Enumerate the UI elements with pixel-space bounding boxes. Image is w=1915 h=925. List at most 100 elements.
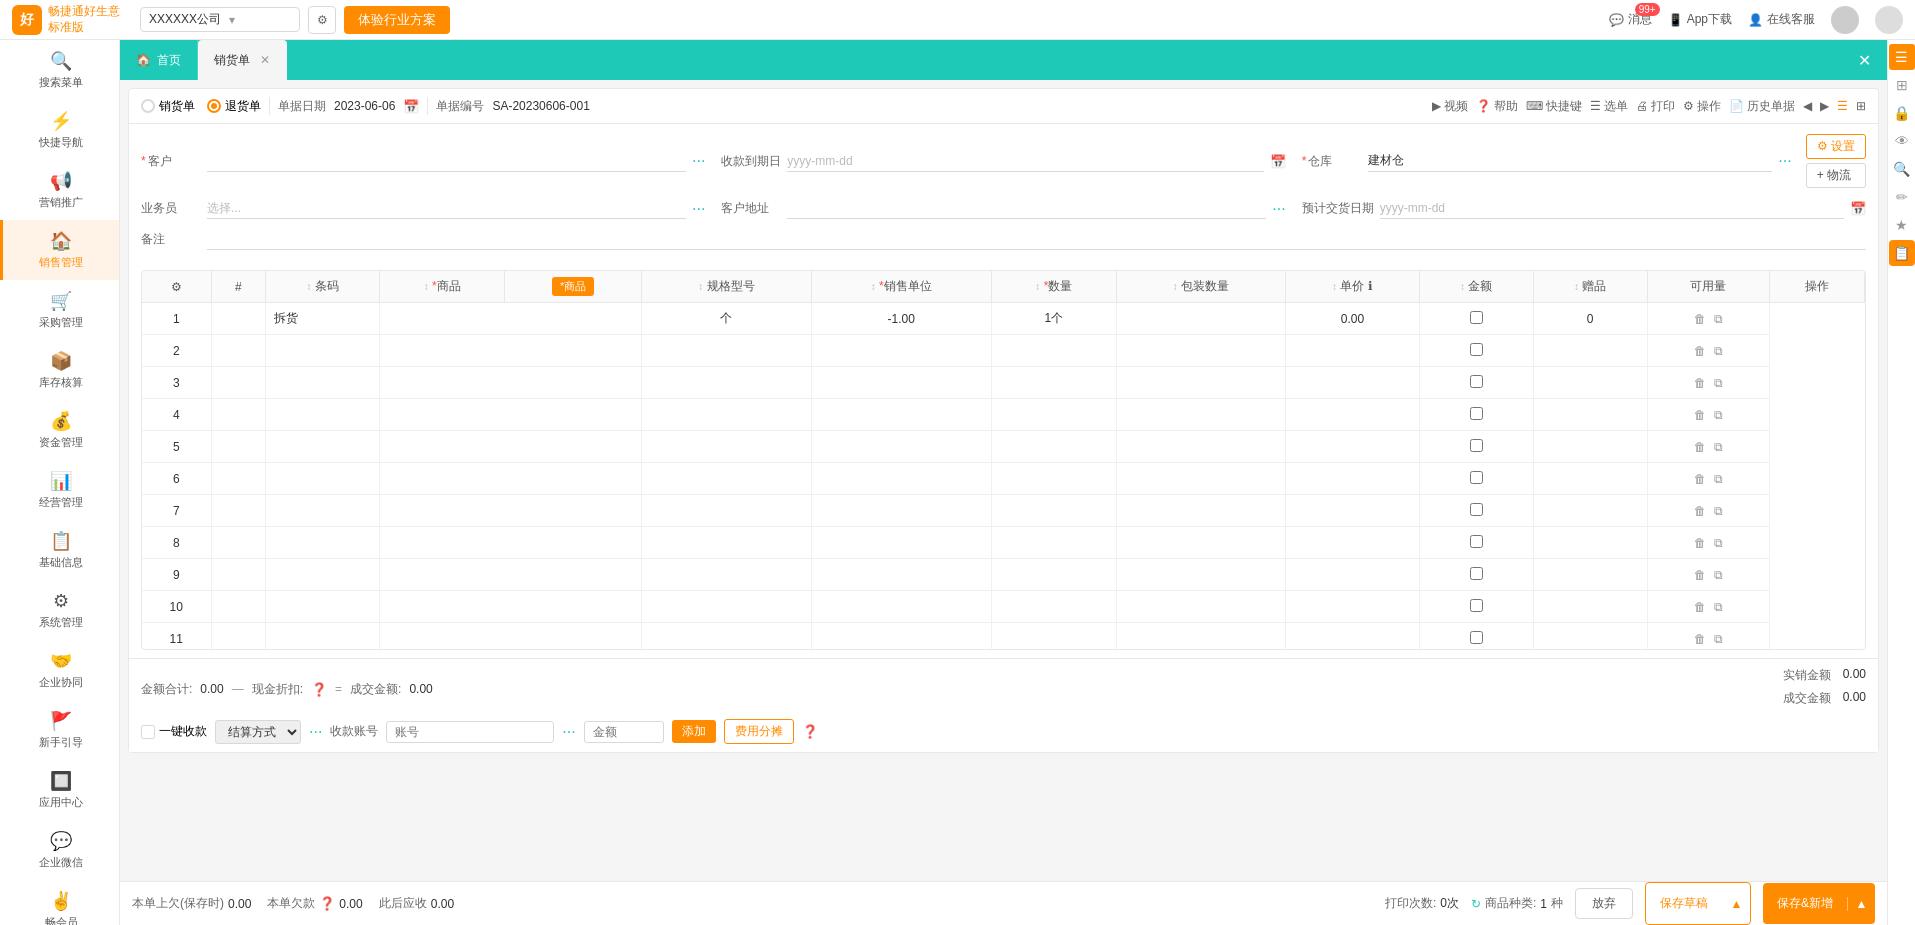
cell-qty-6[interactable]: [811, 495, 991, 527]
delete-icon-10[interactable]: 🗑: [1694, 632, 1706, 646]
cell-qty-4[interactable]: [811, 431, 991, 463]
tab-sales-order[interactable]: 销货单 ✕: [198, 40, 287, 80]
cell-qty-10[interactable]: [811, 623, 991, 651]
cell-pkgqty-6[interactable]: [991, 495, 1116, 527]
sidebar-item-finance[interactable]: 💰 资金管理: [0, 400, 119, 460]
avatar-secondary[interactable]: [1875, 6, 1903, 34]
cell-price-9[interactable]: [1116, 591, 1286, 623]
sidebar-item-system[interactable]: ⚙ 系统管理: [0, 580, 119, 640]
cell-unit-6[interactable]: [642, 495, 812, 527]
cell-unit-1[interactable]: [642, 335, 812, 367]
cell-gift-3[interactable]: [1419, 399, 1533, 431]
cell-unit-9[interactable]: [642, 591, 812, 623]
cell-price-1[interactable]: [1116, 335, 1286, 367]
delete-icon-3[interactable]: 🗑: [1694, 408, 1706, 422]
cell-qty-3[interactable]: [811, 399, 991, 431]
cell-barcode-3[interactable]: [211, 399, 266, 431]
sidebar-item-inventory[interactable]: 📦 库存核算: [0, 340, 119, 400]
date-calendar-icon[interactable]: 📅: [403, 99, 419, 114]
salesperson-input[interactable]: [207, 198, 686, 219]
cell-barcode-4[interactable]: [211, 431, 266, 463]
cell-pkgqty-8[interactable]: [991, 559, 1116, 591]
delete-icon-7[interactable]: 🗑: [1694, 536, 1706, 550]
delete-icon-5[interactable]: 🗑: [1694, 472, 1706, 486]
trial-button[interactable]: 体验行业方案: [344, 6, 450, 34]
cell-gift-2[interactable]: [1419, 367, 1533, 399]
cell-barcode-2[interactable]: [211, 367, 266, 399]
copy-icon-2[interactable]: ⧉: [1714, 376, 1723, 390]
cell-gift-10[interactable]: [1419, 623, 1533, 651]
cell-pkgqty-2[interactable]: [991, 367, 1116, 399]
cell-goods-5[interactable]: [266, 463, 380, 495]
cell-goods-10[interactable]: [266, 623, 380, 651]
address-dots-icon[interactable]: ···: [1272, 200, 1285, 218]
cell-qty-2[interactable]: [811, 367, 991, 399]
warehouse-input[interactable]: [1368, 151, 1773, 172]
sidebar-item-appstore[interactable]: 🔲 应用中心: [0, 760, 119, 820]
add-button[interactable]: 添加: [672, 720, 716, 743]
cell-amount-7[interactable]: [1286, 527, 1419, 559]
cell-barcode-9[interactable]: [211, 591, 266, 623]
action-print[interactable]: 🖨 打印: [1636, 98, 1675, 115]
cell-unit-3[interactable]: [642, 399, 812, 431]
cell-price-8[interactable]: [1116, 559, 1286, 591]
cell-pkgqty-1[interactable]: [991, 335, 1116, 367]
salesperson-dots-icon[interactable]: ···: [692, 200, 705, 218]
one-click-payment-checkbox[interactable]: 一键收款: [141, 723, 207, 740]
cell-price-5[interactable]: [1116, 463, 1286, 495]
customer-dots-icon[interactable]: ···: [692, 152, 705, 170]
cell-pkgqty-9[interactable]: [991, 591, 1116, 623]
cell-amount-8[interactable]: [1286, 559, 1419, 591]
cell-goods-7[interactable]: [266, 527, 380, 559]
cell-gift-4[interactable]: [1419, 431, 1533, 463]
app-download-button[interactable]: 📱 App下载: [1668, 11, 1732, 28]
gift-checkbox-10[interactable]: [1470, 631, 1483, 644]
cell-barcode-5[interactable]: [211, 463, 266, 495]
calc-dots-icon[interactable]: ···: [309, 723, 322, 741]
right-tool-eye[interactable]: 👁: [1889, 128, 1915, 154]
sidebar-item-member[interactable]: ✌ 畅会员: [0, 880, 119, 925]
col-config[interactable]: ⚙: [142, 271, 211, 303]
gift-checkbox-7[interactable]: [1470, 535, 1483, 548]
gift-checkbox-2[interactable]: [1470, 375, 1483, 388]
amount-input[interactable]: [584, 721, 664, 743]
cell-amount-9[interactable]: [1286, 591, 1419, 623]
cell-goods-2[interactable]: [266, 367, 380, 399]
cell-amount-0[interactable]: 0.00: [1286, 303, 1419, 335]
delete-icon-0[interactable]: 🗑: [1694, 312, 1706, 326]
right-tool-grid-view[interactable]: ⊞: [1889, 72, 1915, 98]
cell-goods-0[interactable]: 拆货: [266, 303, 380, 335]
tab-home[interactable]: 🏠 首页: [120, 40, 198, 80]
cell-pkgqty-3[interactable]: [991, 399, 1116, 431]
cell-unit-10[interactable]: [642, 623, 812, 651]
cell-qty-1[interactable]: [811, 335, 991, 367]
sidebar-item-operations[interactable]: 📊 经营管理: [0, 460, 119, 520]
copy-icon-8[interactable]: ⧉: [1714, 568, 1723, 582]
cell-amount-2[interactable]: [1286, 367, 1419, 399]
cell-unit-2[interactable]: [642, 367, 812, 399]
action-history[interactable]: 📄 历史单据: [1729, 98, 1795, 115]
sidebar-item-shortcut[interactable]: ⚡ 快捷导航: [0, 100, 119, 160]
company-selector[interactable]: XXXXXX公司 ▾: [140, 7, 300, 32]
view-grid-icon[interactable]: ⊞: [1856, 99, 1866, 113]
cell-amount-5[interactable]: [1286, 463, 1419, 495]
logistics-button[interactable]: + 物流: [1806, 163, 1866, 188]
calc-method-select[interactable]: 结算方式: [215, 720, 301, 744]
cell-price-6[interactable]: [1116, 495, 1286, 527]
settings-button[interactable]: ⚙ 设置: [1806, 134, 1866, 159]
sidebar-item-search[interactable]: 🔍 搜索菜单: [0, 40, 119, 100]
right-tool-search[interactable]: 🔍: [1889, 156, 1915, 182]
delete-icon-6[interactable]: 🗑: [1694, 504, 1706, 518]
cell-pkgqty-10[interactable]: [991, 623, 1116, 651]
delete-icon-2[interactable]: 🗑: [1694, 376, 1706, 390]
delivery-calendar-icon[interactable]: 📅: [1850, 201, 1866, 216]
gift-checkbox-5[interactable]: [1470, 471, 1483, 484]
copy-icon-1[interactable]: ⧉: [1714, 344, 1723, 358]
discount-info-icon[interactable]: ❓: [311, 682, 327, 697]
customer-address-input[interactable]: [787, 198, 1266, 219]
right-tool-edit[interactable]: ✏: [1889, 184, 1915, 210]
save-draft-arrow-icon[interactable]: ▲: [1722, 897, 1750, 911]
tab-close-icon[interactable]: ✕: [260, 53, 270, 67]
cell-unit-5[interactable]: [642, 463, 812, 495]
copy-icon-6[interactable]: ⧉: [1714, 504, 1723, 518]
